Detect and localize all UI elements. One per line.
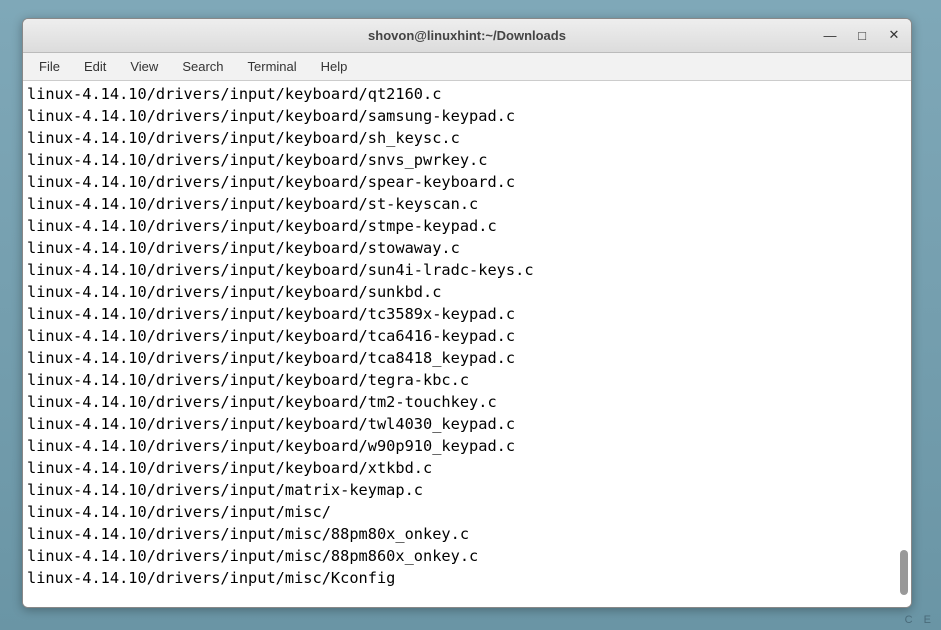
- menu-help[interactable]: Help: [309, 55, 360, 78]
- terminal-line: linux-4.14.10/drivers/input/misc/88pm860…: [27, 545, 907, 567]
- window-controls: — □ ✕: [819, 24, 905, 46]
- titlebar[interactable]: shovon@linuxhint:~/Downloads — □ ✕: [23, 19, 911, 53]
- terminal-line: linux-4.14.10/drivers/input/misc/Kconfig: [27, 567, 907, 589]
- terminal-line: linux-4.14.10/drivers/input/keyboard/tca…: [27, 325, 907, 347]
- terminal-line: linux-4.14.10/drivers/input/keyboard/tca…: [27, 347, 907, 369]
- terminal-line: linux-4.14.10/drivers/input/keyboard/spe…: [27, 171, 907, 193]
- terminal-window: shovon@linuxhint:~/Downloads — □ ✕ File …: [22, 18, 912, 608]
- menu-file[interactable]: File: [27, 55, 72, 78]
- terminal-line: linux-4.14.10/drivers/input/keyboard/st-…: [27, 193, 907, 215]
- scrollbar[interactable]: [899, 81, 909, 603]
- menu-terminal[interactable]: Terminal: [236, 55, 309, 78]
- menu-edit[interactable]: Edit: [72, 55, 118, 78]
- terminal-line: linux-4.14.10/drivers/input/keyboard/tm2…: [27, 391, 907, 413]
- desktop-indicators: C E: [905, 614, 935, 626]
- minimize-button[interactable]: —: [819, 24, 841, 46]
- terminal-line: linux-4.14.10/drivers/input/keyboard/xtk…: [27, 457, 907, 479]
- terminal-line: linux-4.14.10/drivers/input/misc/: [27, 501, 907, 523]
- terminal-line: linux-4.14.10/drivers/input/keyboard/teg…: [27, 369, 907, 391]
- terminal-line: linux-4.14.10/drivers/input/keyboard/twl…: [27, 413, 907, 435]
- terminal-line: linux-4.14.10/drivers/input/keyboard/qt2…: [27, 83, 907, 105]
- menubar: File Edit View Search Terminal Help: [23, 53, 911, 81]
- maximize-button[interactable]: □: [851, 24, 873, 46]
- terminal-line: linux-4.14.10/drivers/input/matrix-keyma…: [27, 479, 907, 501]
- terminal-line: linux-4.14.10/drivers/input/keyboard/stm…: [27, 215, 907, 237]
- terminal-line: linux-4.14.10/drivers/input/keyboard/sto…: [27, 237, 907, 259]
- scrollbar-thumb[interactable]: [900, 550, 908, 595]
- terminal-line: linux-4.14.10/drivers/input/keyboard/sun…: [27, 259, 907, 281]
- menu-view[interactable]: View: [118, 55, 170, 78]
- terminal-line: linux-4.14.10/drivers/input/keyboard/snv…: [27, 149, 907, 171]
- terminal-line: linux-4.14.10/drivers/input/keyboard/sh_…: [27, 127, 907, 149]
- window-title: shovon@linuxhint:~/Downloads: [368, 28, 566, 43]
- terminal-line: linux-4.14.10/drivers/input/keyboard/w90…: [27, 435, 907, 457]
- terminal-line: linux-4.14.10/drivers/input/keyboard/sam…: [27, 105, 907, 127]
- terminal-output[interactable]: linux-4.14.10/drivers/input/keyboard/qt2…: [23, 81, 911, 607]
- menu-search[interactable]: Search: [170, 55, 235, 78]
- terminal-line: linux-4.14.10/drivers/input/keyboard/tc3…: [27, 303, 907, 325]
- close-button[interactable]: ✕: [883, 24, 905, 46]
- terminal-line: linux-4.14.10/drivers/input/keyboard/sun…: [27, 281, 907, 303]
- terminal-line: linux-4.14.10/drivers/input/misc/88pm80x…: [27, 523, 907, 545]
